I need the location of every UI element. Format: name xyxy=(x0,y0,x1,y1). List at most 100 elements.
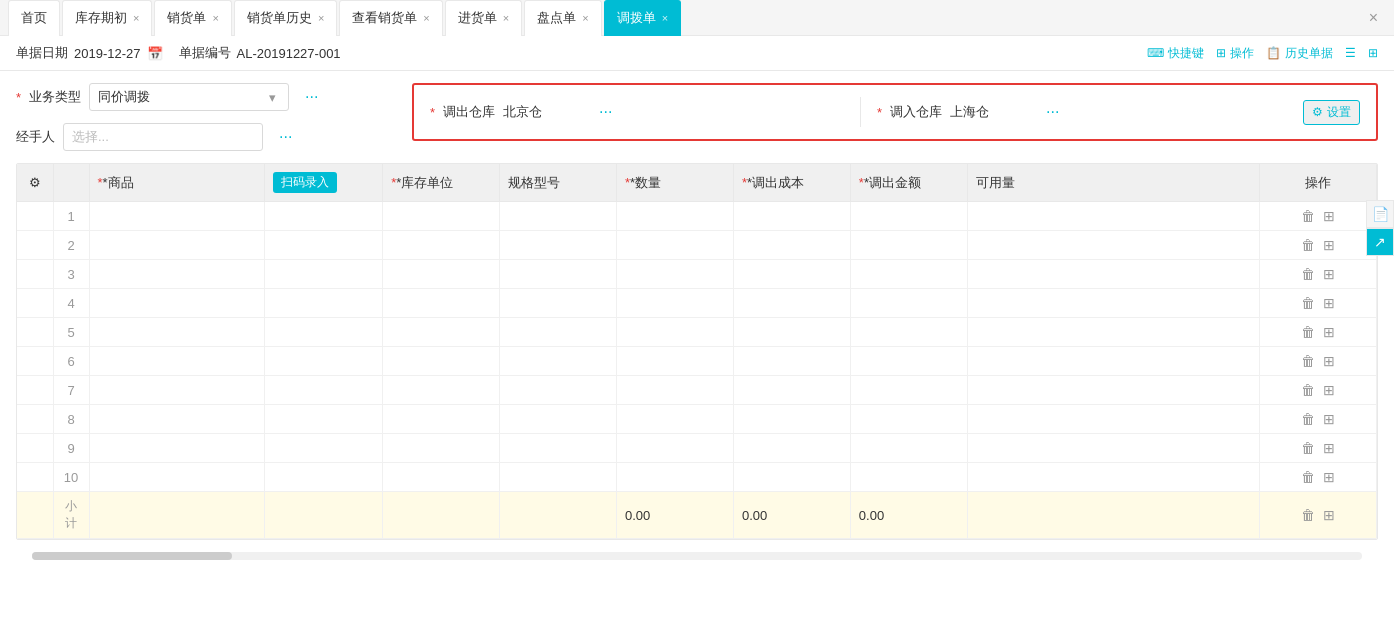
row-spec-cell[interactable] xyxy=(500,405,617,434)
row-cost-cell[interactable] xyxy=(733,289,850,318)
tab-inventory-check[interactable]: 盘点单 × xyxy=(524,0,601,36)
delete-icon[interactable]: 🗑 xyxy=(1301,266,1315,282)
tab-sales-order-close[interactable]: × xyxy=(212,13,218,24)
row-spec-cell[interactable] xyxy=(500,318,617,347)
row-qty-cell[interactable] xyxy=(617,434,734,463)
scan-btn[interactable]: 扫码录入 xyxy=(273,172,337,193)
view-toggle-list[interactable]: ☰ xyxy=(1345,46,1356,60)
copy-icon[interactable]: ⊞ xyxy=(1323,411,1335,427)
row-spec-cell[interactable] xyxy=(500,347,617,376)
row-unit-cell[interactable] xyxy=(383,231,500,260)
row-qty-cell[interactable] xyxy=(617,463,734,492)
tab-sales-history-close[interactable]: × xyxy=(318,13,324,24)
copy-icon[interactable]: ⊞ xyxy=(1323,353,1335,369)
row-cost-cell[interactable] xyxy=(733,318,850,347)
row-product-cell[interactable] xyxy=(89,260,264,289)
row-product-cell[interactable] xyxy=(89,231,264,260)
copy-icon[interactable]: ⊞ xyxy=(1323,469,1335,485)
row-unit-cell[interactable] xyxy=(383,463,500,492)
person-select[interactable]: 选择... xyxy=(63,123,263,151)
delete-icon[interactable]: 🗑 xyxy=(1301,411,1315,427)
row-product-cell[interactable] xyxy=(89,289,264,318)
row-cost-cell[interactable] xyxy=(733,202,850,231)
tab-purchase-order[interactable]: 进货单 × xyxy=(445,0,522,36)
row-amount-cell[interactable] xyxy=(850,202,967,231)
row-cost-cell[interactable] xyxy=(733,376,850,405)
row-product-cell[interactable] xyxy=(89,405,264,434)
copy-icon[interactable]: ⊞ xyxy=(1323,208,1335,224)
row-qty-cell[interactable] xyxy=(617,347,734,376)
business-type-more-btn[interactable]: ··· xyxy=(297,88,326,106)
delete-icon[interactable]: 🗑 xyxy=(1301,507,1315,523)
row-unit-cell[interactable] xyxy=(383,202,500,231)
row-amount-cell[interactable] xyxy=(850,231,967,260)
row-spec-cell[interactable] xyxy=(500,231,617,260)
person-more-btn[interactable]: ··· xyxy=(271,128,300,146)
transfer-out-more-btn[interactable]: ··· xyxy=(591,103,620,121)
copy-icon[interactable]: ⊞ xyxy=(1323,382,1335,398)
delete-icon[interactable]: 🗑 xyxy=(1301,440,1315,456)
tab-view-sales[interactable]: 查看销货单 × xyxy=(339,0,442,36)
side-expand-icon[interactable]: ↗ xyxy=(1366,228,1394,256)
business-type-select[interactable]: 同价调拨 ▾ xyxy=(89,83,289,111)
row-unit-cell[interactable] xyxy=(383,434,500,463)
row-spec-cell[interactable] xyxy=(500,260,617,289)
row-amount-cell[interactable] xyxy=(850,347,967,376)
row-qty-cell[interactable] xyxy=(617,318,734,347)
tab-transfer-order[interactable]: 调拨单 × xyxy=(604,0,681,36)
row-unit-cell[interactable] xyxy=(383,318,500,347)
row-amount-cell[interactable] xyxy=(850,260,967,289)
row-unit-cell[interactable] xyxy=(383,289,500,318)
tab-transfer-order-close[interactable]: × xyxy=(662,13,668,24)
copy-icon[interactable]: ⊞ xyxy=(1323,507,1335,523)
delete-icon[interactable]: 🗑 xyxy=(1301,469,1315,485)
row-product-cell[interactable] xyxy=(89,434,264,463)
row-amount-cell[interactable] xyxy=(850,463,967,492)
business-type-dropdown-icon[interactable]: ▾ xyxy=(265,90,280,105)
row-amount-cell[interactable] xyxy=(850,376,967,405)
tab-sales-history[interactable]: 销货单历史 × xyxy=(234,0,337,36)
row-cost-cell[interactable] xyxy=(733,405,850,434)
row-product-cell[interactable] xyxy=(89,376,264,405)
side-doc-icon[interactable]: 📄 xyxy=(1366,200,1394,228)
row-unit-cell[interactable] xyxy=(383,405,500,434)
tab-purchase-order-close[interactable]: × xyxy=(503,13,509,24)
tab-inventory-init-close[interactable]: × xyxy=(133,13,139,24)
row-spec-cell[interactable] xyxy=(500,376,617,405)
row-qty-cell[interactable] xyxy=(617,260,734,289)
row-unit-cell[interactable] xyxy=(383,260,500,289)
row-spec-cell[interactable] xyxy=(500,202,617,231)
shortcut-button[interactable]: ⌨ 快捷键 xyxy=(1147,45,1204,62)
row-amount-cell[interactable] xyxy=(850,289,967,318)
tab-bar-close[interactable]: × xyxy=(1361,9,1386,27)
copy-icon[interactable]: ⊞ xyxy=(1323,266,1335,282)
copy-icon[interactable]: ⊞ xyxy=(1323,324,1335,340)
row-amount-cell[interactable] xyxy=(850,318,967,347)
tab-sales-order[interactable]: 销货单 × xyxy=(154,0,231,36)
row-spec-cell[interactable] xyxy=(500,434,617,463)
row-qty-cell[interactable] xyxy=(617,405,734,434)
copy-icon[interactable]: ⊞ xyxy=(1323,295,1335,311)
delete-icon[interactable]: 🗑 xyxy=(1301,295,1315,311)
col-header-settings[interactable]: ⚙ xyxy=(17,164,53,202)
copy-icon[interactable]: ⊞ xyxy=(1323,237,1335,253)
operation-button[interactable]: ⊞ 操作 xyxy=(1216,45,1254,62)
delete-icon[interactable]: 🗑 xyxy=(1301,237,1315,253)
row-cost-cell[interactable] xyxy=(733,463,850,492)
row-amount-cell[interactable] xyxy=(850,434,967,463)
row-product-cell[interactable] xyxy=(89,463,264,492)
calendar-icon[interactable]: 📅 xyxy=(147,46,163,61)
delete-icon[interactable]: 🗑 xyxy=(1301,382,1315,398)
history-button[interactable]: 📋 历史单据 xyxy=(1266,45,1333,62)
transfer-in-more-btn[interactable]: ··· xyxy=(1038,103,1067,121)
row-product-cell[interactable] xyxy=(89,347,264,376)
delete-icon[interactable]: 🗑 xyxy=(1301,208,1315,224)
view-toggle-grid[interactable]: ⊞ xyxy=(1368,46,1378,60)
settings-button[interactable]: ⚙ 设置 xyxy=(1303,100,1360,125)
row-spec-cell[interactable] xyxy=(500,289,617,318)
col-header-scan[interactable]: 扫码录入 xyxy=(264,164,382,202)
row-qty-cell[interactable] xyxy=(617,289,734,318)
row-amount-cell[interactable] xyxy=(850,405,967,434)
row-product-cell[interactable] xyxy=(89,202,264,231)
tab-inventory-init[interactable]: 库存期初 × xyxy=(62,0,152,36)
